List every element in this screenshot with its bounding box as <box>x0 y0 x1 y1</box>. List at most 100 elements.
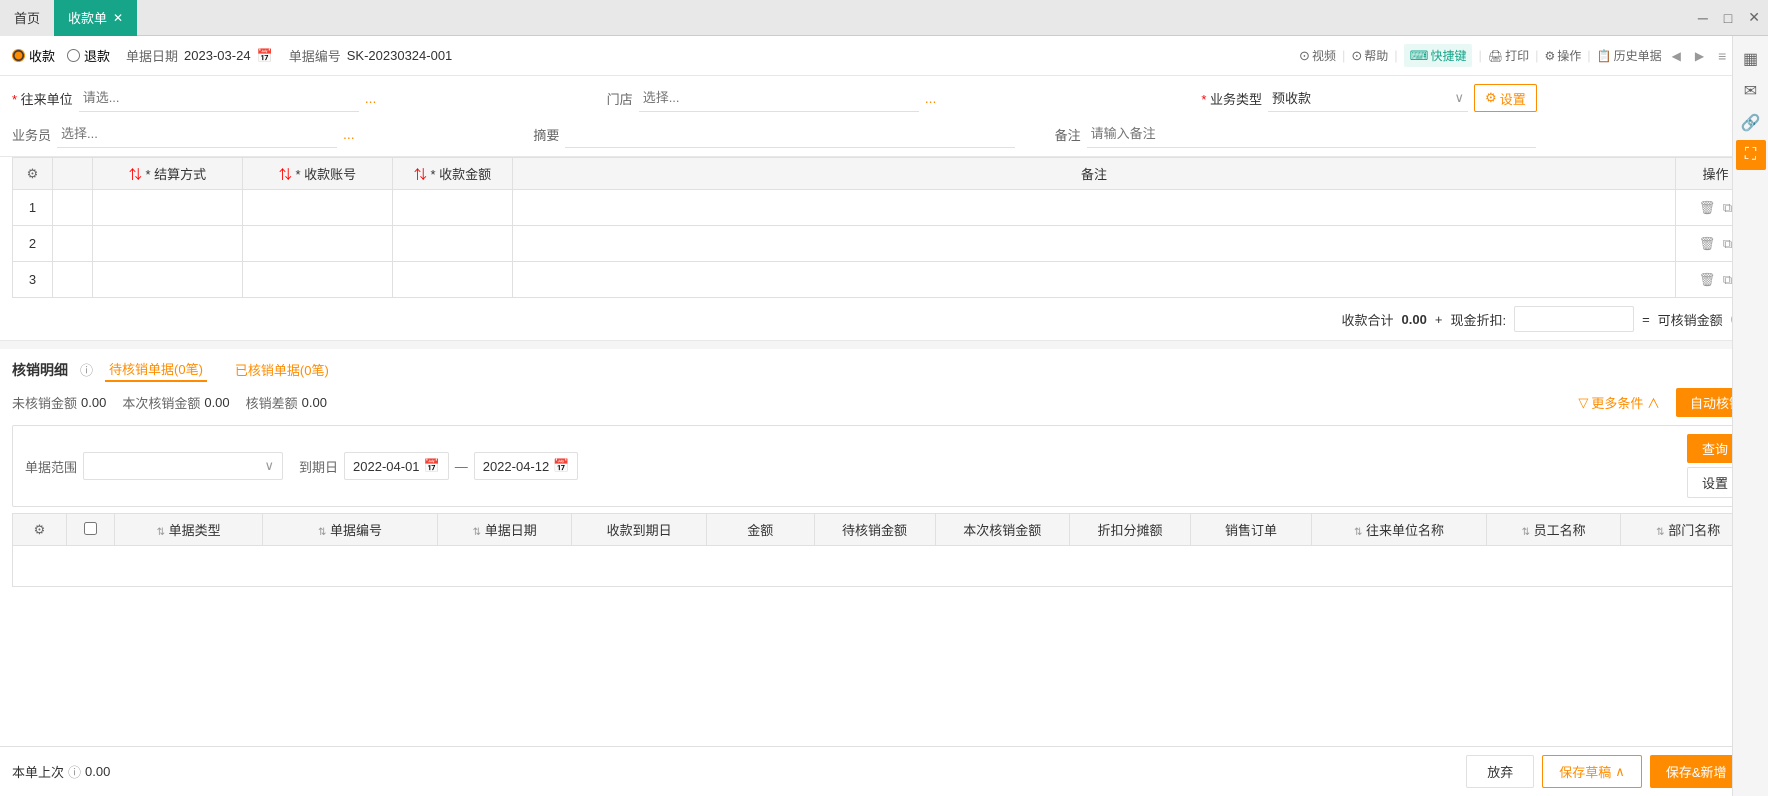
settings-btn[interactable]: ⚙ 设置 <box>1474 84 1537 112</box>
receipt-radio[interactable]: 收款 <box>12 46 55 65</box>
col-remark-header: 备注 <box>513 158 1676 190</box>
verification-header: 核销明细 ⓘ 待核销单据(0笔) 已核销单据(0笔) <box>12 357 1756 382</box>
business-type-label: * 业务类型 <box>1201 89 1262 108</box>
col-num-header <box>53 158 93 190</box>
history-btn[interactable]: 📋 历史单据 <box>1597 47 1662 64</box>
vtable-gear-icon[interactable]: ⚙ <box>34 522 46 537</box>
date-range-separator: — <box>455 459 468 474</box>
nav-prev-btn[interactable]: ◀ <box>1668 47 1685 65</box>
vcol-date-header: ⇅ 单据日期 <box>437 514 571 546</box>
footer-info-icon[interactable]: ⓘ <box>68 762 81 781</box>
tab-home[interactable]: 首页 <box>0 0 54 36</box>
tab-close-icon[interactable]: ✕ <box>113 11 123 25</box>
business-type-select[interactable]: 预收款 ∨ <box>1268 84 1468 112</box>
sidebar-link-icon[interactable]: 🔗 <box>1736 108 1766 138</box>
staff-input[interactable] <box>57 120 337 148</box>
video-btn[interactable]: ⊙ 视频 <box>1299 47 1336 64</box>
done-tab-link[interactable]: 已核销单据(0笔) <box>231 358 333 381</box>
help-btn[interactable]: ⊙ 帮助 <box>1351 47 1388 64</box>
vcol-settings-header[interactable]: ⚙ <box>13 514 67 546</box>
more-conditions-btn[interactable]: ▽ 更多条件 ∧ <box>1578 393 1660 412</box>
refund-radio[interactable]: 退款 <box>67 46 110 65</box>
abandon-btn[interactable]: 放弃 <box>1466 755 1534 788</box>
vcol-pending-header: 待核销金额 <box>814 514 935 546</box>
last-value: 0.00 <box>85 764 110 779</box>
table-row: 2 🗑 ⧉ <box>13 226 1756 262</box>
row3-remark[interactable] <box>513 262 1676 298</box>
uncanceled-amount: 未核销金额 0.00 <box>12 393 106 412</box>
calendar-icon[interactable]: 📅 <box>257 48 273 64</box>
row3-copy-icon[interactable]: ⧉ <box>1723 272 1732 287</box>
row2-account[interactable] <box>243 226 393 262</box>
vcol-type-header: ⇅ 单据类型 <box>115 514 263 546</box>
save-draft-btn[interactable]: 保存草稿 ∧ <box>1542 755 1642 788</box>
row3-account[interactable] <box>243 262 393 298</box>
summary-row: 收款合计 0.00 + 现金折扣: = 可核销金额 0.00 <box>0 298 1768 341</box>
staff-more-btn[interactable]: ... <box>343 126 355 142</box>
row2-remark[interactable] <box>513 226 1676 262</box>
table-gear-icon[interactable]: ⚙ <box>27 166 39 181</box>
select-all-checkbox[interactable] <box>84 522 97 535</box>
row1-num: 1 <box>13 190 53 226</box>
sidebar-expand-icon[interactable]: ⛶ <box>1736 140 1766 170</box>
window-maximize-btn[interactable]: □ <box>1716 10 1740 26</box>
store-label: 门店 <box>607 89 633 108</box>
staff-label: 业务员 <box>12 125 51 144</box>
counterpart-more-btn[interactable]: ... <box>365 90 377 106</box>
sidebar-table-icon[interactable]: ▦ <box>1736 44 1766 74</box>
window-minimize-btn[interactable]: ─ <box>1690 10 1716 26</box>
row1-settle[interactable] <box>93 190 243 226</box>
verification-stats: 未核销金额 0.00 本次核销金额 0.00 核销差额 0.00 ▽ 更多条件 … <box>12 388 1756 417</box>
store-field: 门店 ... <box>607 84 1162 112</box>
vcol-check-header[interactable] <box>66 514 114 546</box>
range-select[interactable]: ∨ <box>83 452 283 480</box>
gear-icon: ⚙ <box>1485 90 1497 106</box>
row3-num: 3 <box>13 262 53 298</box>
summary-field: 摘要 <box>533 120 1014 148</box>
footer-actions: 放弃 保存草稿 ∧ 保存&新增 ∧ <box>1466 755 1756 788</box>
header-actions: ⊙ 视频 | ⊙ 帮助 | ⌨ 快捷键 | 🖨 打印 | ⚙ 操作 <box>1299 44 1756 67</box>
row3-settle[interactable] <box>93 262 243 298</box>
shortcut-btn[interactable]: ⌨ 快捷键 <box>1404 44 1473 67</box>
nav-next-btn[interactable]: ▶ <box>1691 47 1708 65</box>
row2-copy-icon[interactable]: ⧉ <box>1723 236 1732 251</box>
dropdown-arrow-icon: ∨ <box>1455 90 1465 106</box>
discount-input[interactable] <box>1514 306 1634 332</box>
total-label: 收款合计 <box>1342 310 1394 329</box>
row3-amount[interactable] <box>393 262 513 298</box>
date-field: 单据日期 2023-03-24 📅 <box>126 46 273 65</box>
store-input[interactable] <box>639 84 919 112</box>
pending-tab-link[interactable]: 待核销单据(0笔) <box>105 357 207 382</box>
row1-account[interactable] <box>243 190 393 226</box>
row1-copy-icon[interactable]: ⧉ <box>1723 200 1732 215</box>
row2-delete-icon[interactable]: 🗑 <box>1699 236 1716 251</box>
store-more-btn[interactable]: ... <box>925 90 937 106</box>
plus-sign: + <box>1435 312 1443 327</box>
col-settings-header[interactable]: ⚙ <box>13 158 53 190</box>
operation-btn[interactable]: ⚙ 操作 <box>1544 47 1581 64</box>
view-list-btn[interactable]: ≡ <box>1714 46 1730 66</box>
row1-delete-icon[interactable]: 🗑 <box>1699 200 1716 215</box>
video-icon: ⊙ <box>1299 48 1310 64</box>
tab-receipt[interactable]: 收款单 ✕ <box>54 0 137 36</box>
window-close-btn[interactable]: ✕ <box>1740 9 1768 26</box>
row2-settle[interactable] <box>93 226 243 262</box>
due-date-from[interactable]: 2022-04-01 📅 <box>344 452 449 480</box>
verification-table: ⚙ ⇅ 单据类型 ⇅ 单据编号 ⇅ 单据日期 收款到期日 金额 待核销金额 本次… <box>12 513 1756 587</box>
sidebar-mail-icon[interactable]: ✉ <box>1736 76 1766 106</box>
vcol-number-header: ⇅ 单据编号 <box>263 514 438 546</box>
verification-info-icon[interactable]: ⓘ <box>80 360 93 379</box>
counterpart-input[interactable] <box>79 84 359 112</box>
row2-amount[interactable] <box>393 226 513 262</box>
summary-label: 摘要 <box>533 125 559 144</box>
table-row: 1 🗑 ⧉ <box>13 190 1756 226</box>
summary-input[interactable] <box>565 120 1014 148</box>
row1-remark[interactable] <box>513 190 1676 226</box>
remark-input[interactable] <box>1087 120 1536 148</box>
row3-delete-icon[interactable]: 🗑 <box>1699 272 1716 287</box>
print-btn[interactable]: 🖨 打印 <box>1488 47 1529 64</box>
due-date-to[interactable]: 2022-04-12 📅 <box>474 452 579 480</box>
row1-amount[interactable] <box>393 190 513 226</box>
help-icon: ⊙ <box>1351 48 1362 64</box>
calendar-to-icon: 📅 <box>553 458 569 474</box>
